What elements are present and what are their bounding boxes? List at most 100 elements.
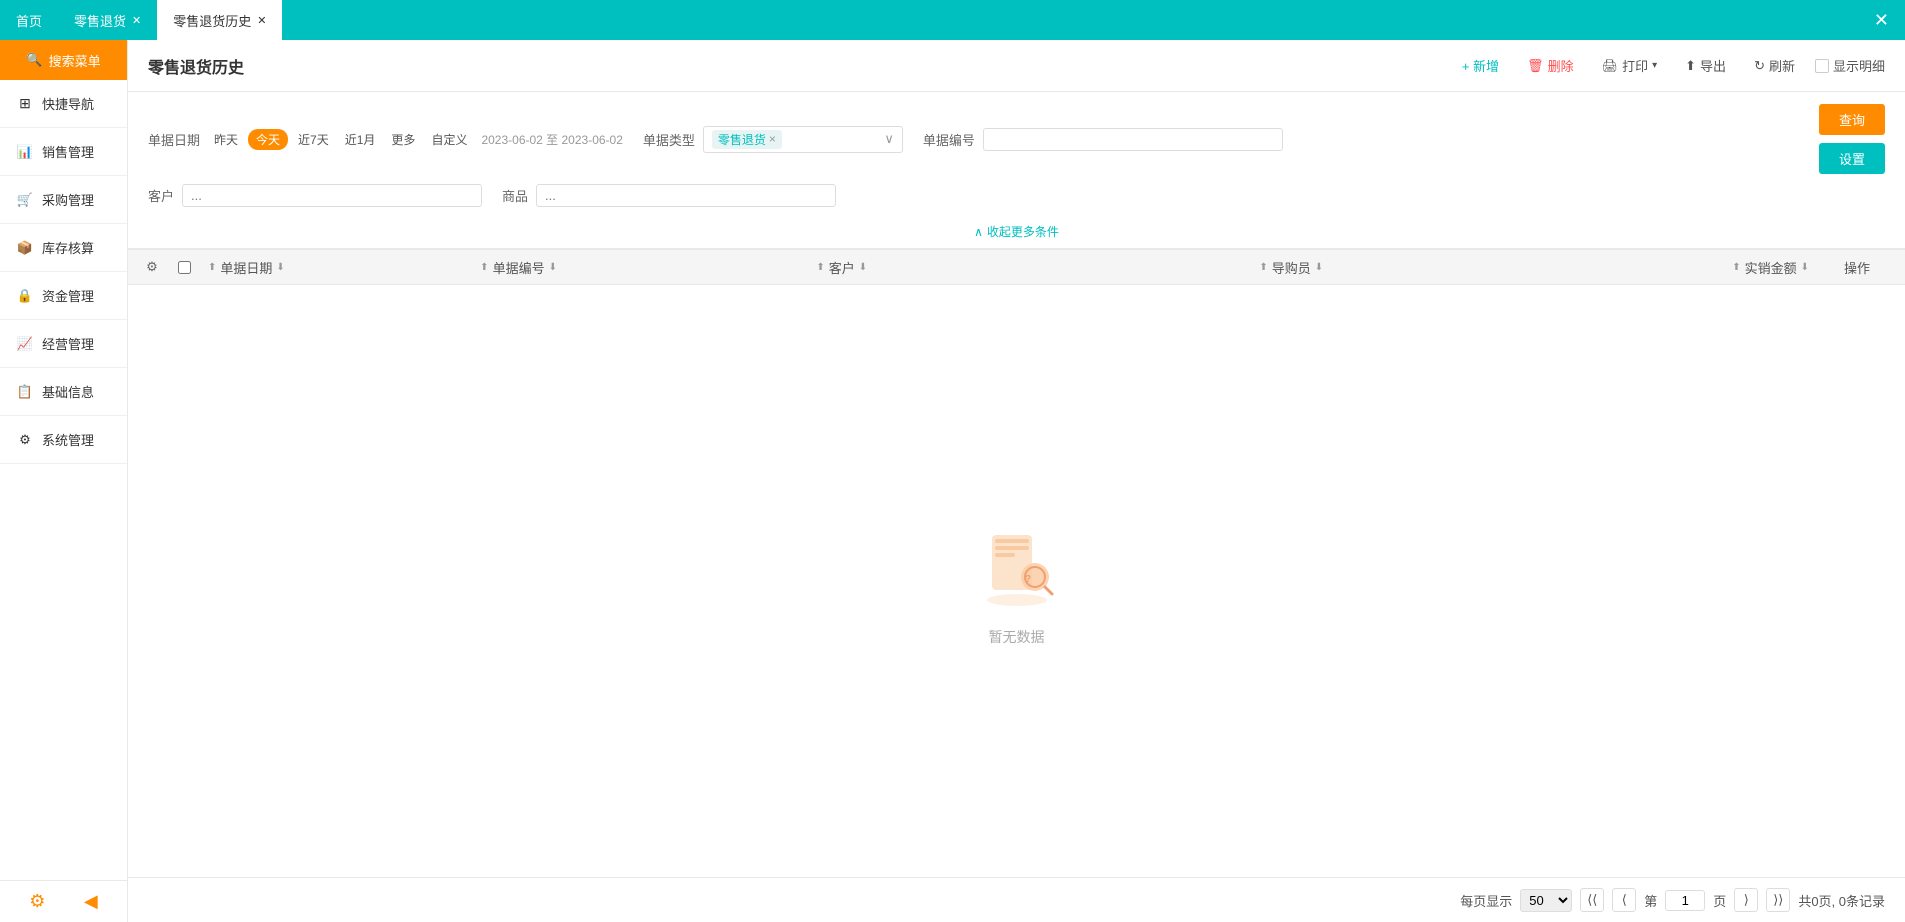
date-range-display: 2023-06-02 至 2023-06-02: [481, 131, 622, 148]
order-num-input[interactable]: [983, 128, 1283, 151]
sidebar: 🔍 搜索菜单 ⊞ 快捷导航 📊 销售管理 🛒 采购管理 📦 库存核算 🔒: [0, 40, 128, 922]
refresh-button[interactable]: ↻ 刷新: [1746, 52, 1803, 79]
sort-guide-icon-down: ⬇: [1315, 262, 1323, 273]
tab-retail-return[interactable]: 零售退货 ✕: [58, 0, 157, 40]
sales-icon: 📊: [16, 143, 34, 161]
th-num[interactable]: ⬆ 单据编号 ⬇: [472, 258, 808, 277]
goods-filter-group: 商品: [502, 184, 836, 207]
sidebar-item-inventory[interactable]: 📦 库存核算: [0, 224, 127, 272]
sort-num-icon: ⬆: [480, 262, 488, 273]
date-btn-7days[interactable]: 近7天: [292, 129, 335, 150]
sidebar-item-business[interactable]: 📈 经营管理: [0, 320, 127, 368]
select-all-input[interactable]: [178, 261, 191, 274]
new-button[interactable]: + 新增: [1454, 52, 1507, 79]
sidebar-search[interactable]: 🔍 搜索菜单: [0, 40, 127, 80]
delete-button[interactable]: 🗑 删除: [1519, 52, 1582, 79]
sidebar-item-finance[interactable]: 🔒 资金管理: [0, 272, 127, 320]
sidebar-nav: ⊞ 快捷导航 📊 销售管理 🛒 采购管理 📦 库存核算 🔒 资金管理 📈: [0, 80, 127, 880]
page-size-label: 每页显示: [1460, 891, 1512, 910]
th-op: 操作: [1817, 258, 1897, 277]
next-page-button[interactable]: ⟩: [1734, 888, 1758, 912]
page-header: 零售退货历史 + 新增 🗑 删除 🖨 打印 ▾ ⬆ 导出: [128, 40, 1905, 92]
svg-text:?: ?: [1025, 574, 1031, 585]
sort-icon-up: ⬆: [208, 262, 216, 273]
sidebar-item-purchase-mgmt[interactable]: 🛒 采购管理: [0, 176, 127, 224]
th-guide[interactable]: ⬆ 导购员 ⬇: [1251, 258, 1587, 277]
show-detail-checkbox[interactable]: [1815, 59, 1829, 73]
main-layout: 🔍 搜索菜单 ⊞ 快捷导航 📊 销售管理 🛒 采购管理 📦 库存核算 🔒: [0, 40, 1905, 922]
column-settings-button[interactable]: ⚙: [136, 259, 168, 275]
th-amount[interactable]: ⬆ 实销金额 ⬇: [1588, 258, 1817, 277]
goods-label: 商品: [502, 186, 528, 205]
total-label: 共0页, 0条记录: [1798, 891, 1885, 910]
sort-customer-icon: ⬆: [816, 262, 824, 273]
customer-input[interactable]: [182, 184, 482, 207]
tab-home[interactable]: 首页: [0, 0, 58, 40]
export-icon: ⬆: [1685, 58, 1696, 74]
query-button[interactable]: 查询: [1819, 104, 1885, 135]
date-btn-custom[interactable]: 自定义: [425, 129, 473, 150]
print-dropdown-icon: ▾: [1652, 60, 1657, 71]
close-tab-retail-return[interactable]: ✕: [132, 14, 141, 27]
show-detail-label[interactable]: 显示明细: [1815, 56, 1885, 75]
basic-info-icon: 📋: [16, 383, 34, 401]
date-btn-today[interactable]: 今天: [248, 129, 288, 150]
tab-list: 首页 零售退货 ✕ 零售退货历史 ✕: [0, 0, 1874, 40]
type-filter-label: 单据类型: [643, 130, 695, 149]
date-buttons: 昨天 今天 近7天 近1月 更多 自定义: [208, 129, 473, 150]
collapse-button[interactable]: ∧ 收起更多条件: [148, 217, 1885, 248]
window-close-button[interactable]: ✕: [1874, 10, 1905, 31]
sort-icon-down: ⬇: [276, 262, 284, 273]
purchase-icon: 🛒: [16, 191, 34, 209]
export-button[interactable]: ⬆ 导出: [1677, 52, 1734, 79]
sidebar-item-quick-nav[interactable]: ⊞ 快捷导航: [0, 80, 127, 128]
collapse-icon: ∧: [974, 225, 983, 239]
date-btn-1month[interactable]: 近1月: [339, 129, 382, 150]
sidebar-item-sales-mgmt[interactable]: 📊 销售管理: [0, 128, 127, 176]
search-icon: 🔍: [26, 52, 42, 68]
refresh-icon: ↻: [1754, 58, 1765, 74]
select-all-checkbox[interactable]: [168, 261, 200, 274]
toolbar: + 新增 🗑 删除 🖨 打印 ▾ ⬆ 导出 ↻ 刷新: [1454, 52, 1885, 79]
content-area: 零售退货历史 + 新增 🗑 删除 🖨 打印 ▾ ⬆ 导出: [128, 40, 1905, 922]
type-select[interactable]: 零售退货 × ∨: [703, 126, 903, 153]
last-page-button[interactable]: ⟩⟩: [1766, 888, 1790, 912]
tab-retail-return-history[interactable]: 零售退货历史 ✕: [157, 0, 282, 40]
empty-text: 暂无数据: [989, 627, 1045, 647]
quick-nav-icon: ⊞: [16, 95, 34, 113]
sidebar-item-system-mgmt[interactable]: ⚙ 系统管理: [0, 416, 127, 464]
business-icon: 📈: [16, 335, 34, 353]
empty-state: ? 暂无数据: [128, 285, 1905, 877]
sort-amount-icon: ⬆: [1732, 262, 1740, 273]
th-customer[interactable]: ⬆ 客户 ⬇: [808, 258, 1251, 277]
page-label-prefix: 第: [1644, 891, 1657, 910]
type-filter-group: 单据类型 零售退货 × ∨: [643, 126, 903, 153]
empty-illustration: ?: [967, 515, 1067, 615]
th-date[interactable]: ⬆ 单据日期 ⬇: [200, 258, 472, 277]
page-title: 零售退货历史: [148, 54, 244, 78]
sidebar-item-basic-info[interactable]: 📋 基础信息: [0, 368, 127, 416]
customer-filter-group: 客户: [148, 184, 482, 207]
delete-icon: 🗑: [1527, 58, 1544, 74]
sort-num-icon-down: ⬇: [549, 262, 557, 273]
top-bar: 首页 零售退货 ✕ 零售退货历史 ✕ ✕: [0, 0, 1905, 40]
prev-page-button[interactable]: ⟨: [1612, 888, 1636, 912]
page-input[interactable]: [1665, 890, 1705, 911]
date-btn-yesterday[interactable]: 昨天: [208, 129, 244, 150]
sort-guide-icon: ⬆: [1259, 262, 1267, 273]
filter-row-2: 客户 商品: [148, 184, 1885, 207]
first-page-button[interactable]: ⟨⟨: [1580, 888, 1604, 912]
settings-bottom-button[interactable]: ⚙: [29, 891, 45, 912]
page-size-select[interactable]: 20 50 100: [1520, 889, 1572, 912]
table-container: ⚙ ⬆ 单据日期 ⬇ ⬆ 单据编号 ⬇ ⬆ 客户 ⬇: [128, 249, 1905, 877]
collapse-sidebar-button[interactable]: ◀: [84, 891, 98, 912]
type-tag-close[interactable]: ×: [769, 132, 776, 146]
date-btn-more[interactable]: 更多: [385, 129, 421, 150]
close-tab-retail-return-history[interactable]: ✕: [257, 14, 266, 27]
filter-area: 单据日期 昨天 今天 近7天 近1月 更多 自定义 2023-06-02 至 2…: [128, 92, 1905, 249]
goods-input[interactable]: [536, 184, 836, 207]
sort-customer-icon-down: ⬇: [859, 262, 867, 273]
sort-amount-icon-down: ⬇: [1801, 262, 1809, 273]
print-button[interactable]: 🖨 打印 ▾: [1594, 52, 1666, 79]
settings-button[interactable]: 设置: [1819, 143, 1885, 174]
